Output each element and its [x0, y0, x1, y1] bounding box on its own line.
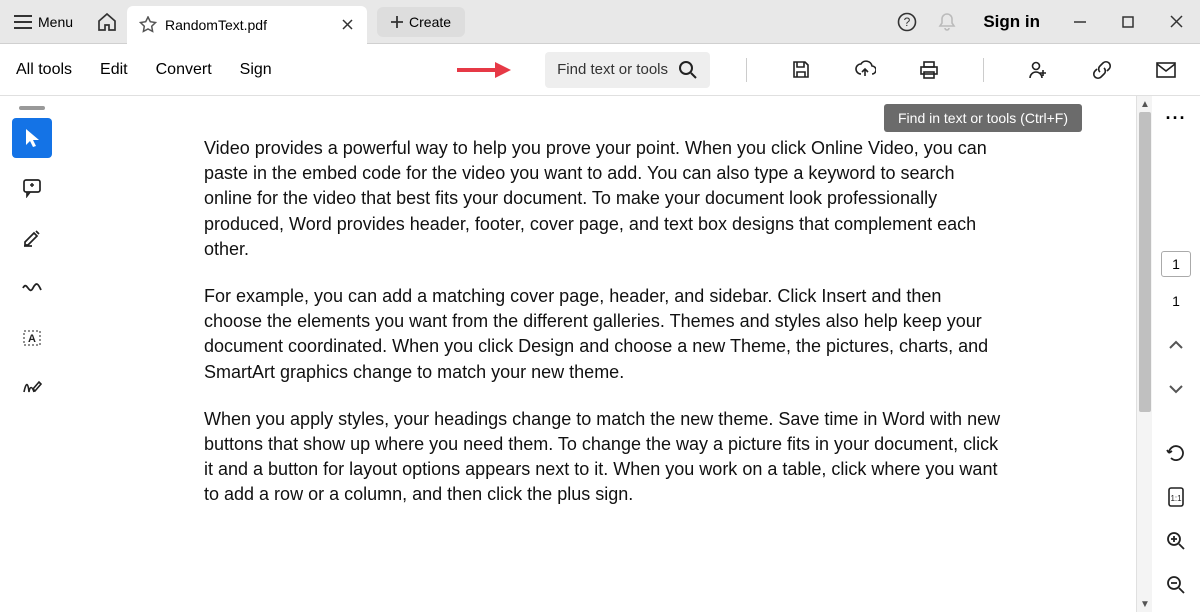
menu-label: Menu — [38, 14, 73, 30]
create-button[interactable]: Create — [377, 7, 465, 37]
find-tooltip: Find in text or tools (Ctrl+F) — [884, 104, 1082, 132]
paragraph: When you apply styles, your headings cha… — [204, 407, 1004, 508]
save-button[interactable] — [783, 60, 819, 80]
email-button[interactable] — [1148, 62, 1184, 78]
star-icon — [139, 16, 157, 34]
save-icon — [791, 60, 811, 80]
document-tab[interactable]: RandomText.pdf — [127, 6, 367, 44]
content-area: A Find in text or tools (Ctrl+F) Video p… — [0, 96, 1200, 612]
page-down-button[interactable] — [1160, 373, 1192, 405]
search-icon — [678, 60, 698, 80]
find-text-button[interactable]: Find text or tools — [545, 52, 710, 88]
highlight-icon — [22, 228, 42, 248]
menu-all-tools[interactable]: All tools — [16, 61, 72, 79]
menu-sign[interactable]: Sign — [240, 61, 272, 79]
draw-icon — [21, 280, 43, 296]
help-button[interactable]: ? — [887, 0, 927, 43]
hamburger-icon — [14, 15, 32, 29]
draw-tool[interactable] — [12, 268, 52, 308]
menu-edit[interactable]: Edit — [100, 61, 128, 79]
fit-page-icon: 1:1 — [1167, 487, 1185, 507]
scroll-down-arrow[interactable]: ▼ — [1137, 596, 1153, 612]
scroll-thumb[interactable] — [1139, 112, 1151, 412]
document-view[interactable]: Find in text or tools (Ctrl+F) Video pro… — [64, 96, 1136, 612]
cursor-icon — [22, 127, 42, 149]
vertical-scrollbar[interactable]: ▲ ▼ — [1136, 96, 1152, 612]
link-button[interactable] — [1084, 60, 1120, 80]
tab-title: RandomText.pdf — [165, 17, 329, 33]
home-icon — [97, 13, 117, 31]
titlebar: Menu RandomText.pdf Create ? Sign in — [0, 0, 1200, 44]
rotate-button[interactable] — [1160, 437, 1192, 469]
more-options-button[interactable]: ··· — [1166, 108, 1187, 129]
textbox-icon: A — [22, 328, 42, 348]
home-button[interactable] — [87, 0, 127, 43]
page-up-button[interactable] — [1160, 329, 1192, 361]
zoom-in-button[interactable] — [1160, 525, 1192, 557]
tutorial-arrow — [457, 61, 511, 79]
zoom-out-button[interactable] — [1160, 569, 1192, 601]
share-add-icon — [1028, 60, 1048, 80]
chevron-up-icon — [1169, 340, 1183, 350]
comment-icon — [22, 178, 42, 198]
paragraph: For example, you can add a matching cove… — [204, 284, 1004, 385]
titlebar-right: ? Sign in — [887, 0, 1200, 43]
minimize-button[interactable] — [1056, 0, 1104, 43]
fit-page-button[interactable]: 1:1 — [1160, 481, 1192, 513]
close-window-button[interactable] — [1152, 0, 1200, 43]
sign-tool[interactable] — [12, 368, 52, 408]
svg-text:A: A — [28, 333, 36, 345]
cloud-upload-icon — [854, 60, 876, 80]
menu-convert[interactable]: Convert — [156, 61, 212, 79]
cloud-upload-button[interactable] — [847, 60, 883, 80]
print-button[interactable] — [911, 60, 947, 80]
document-content: Video provides a powerful way to help yo… — [204, 136, 1004, 507]
scroll-up-arrow[interactable]: ▲ — [1137, 96, 1153, 112]
create-label: Create — [409, 14, 451, 30]
paragraph: Video provides a powerful way to help yo… — [204, 136, 1004, 262]
plus-icon — [391, 16, 403, 28]
right-panel: ··· 1 1 1:1 — [1152, 96, 1200, 612]
close-icon — [1170, 15, 1183, 28]
page-current-input[interactable]: 1 — [1161, 251, 1191, 277]
help-icon: ? — [897, 12, 917, 32]
zoom-out-icon — [1166, 575, 1186, 595]
rotate-icon — [1166, 443, 1186, 463]
search-placeholder: Find text or tools — [557, 61, 668, 78]
share-button[interactable] — [1020, 60, 1056, 80]
svg-text:1:1: 1:1 — [1170, 494, 1182, 503]
signin-button[interactable]: Sign in — [967, 12, 1056, 32]
bell-icon — [938, 12, 956, 32]
main-menu-button[interactable]: Menu — [0, 0, 87, 43]
link-icon — [1092, 60, 1112, 80]
comment-tool[interactable] — [12, 168, 52, 208]
toolbar-handle[interactable] — [19, 106, 45, 110]
minimize-icon — [1073, 15, 1087, 29]
email-icon — [1156, 62, 1176, 78]
zoom-in-icon — [1166, 531, 1186, 551]
close-icon — [342, 19, 353, 30]
maximize-button[interactable] — [1104, 0, 1152, 43]
svg-text:?: ? — [904, 15, 911, 29]
select-tool[interactable] — [12, 118, 52, 158]
tab-close-button[interactable] — [337, 15, 357, 35]
sign-icon — [21, 378, 43, 398]
highlight-tool[interactable] — [12, 218, 52, 258]
maximize-icon — [1122, 16, 1134, 28]
page-total: 1 — [1172, 293, 1180, 309]
notifications-button[interactable] — [927, 0, 967, 43]
left-toolbar: A — [0, 96, 64, 612]
textbox-tool[interactable]: A — [12, 318, 52, 358]
chevron-down-icon — [1169, 384, 1183, 394]
menubar: All tools Edit Convert Sign Find text or… — [0, 44, 1200, 96]
print-icon — [919, 60, 939, 80]
